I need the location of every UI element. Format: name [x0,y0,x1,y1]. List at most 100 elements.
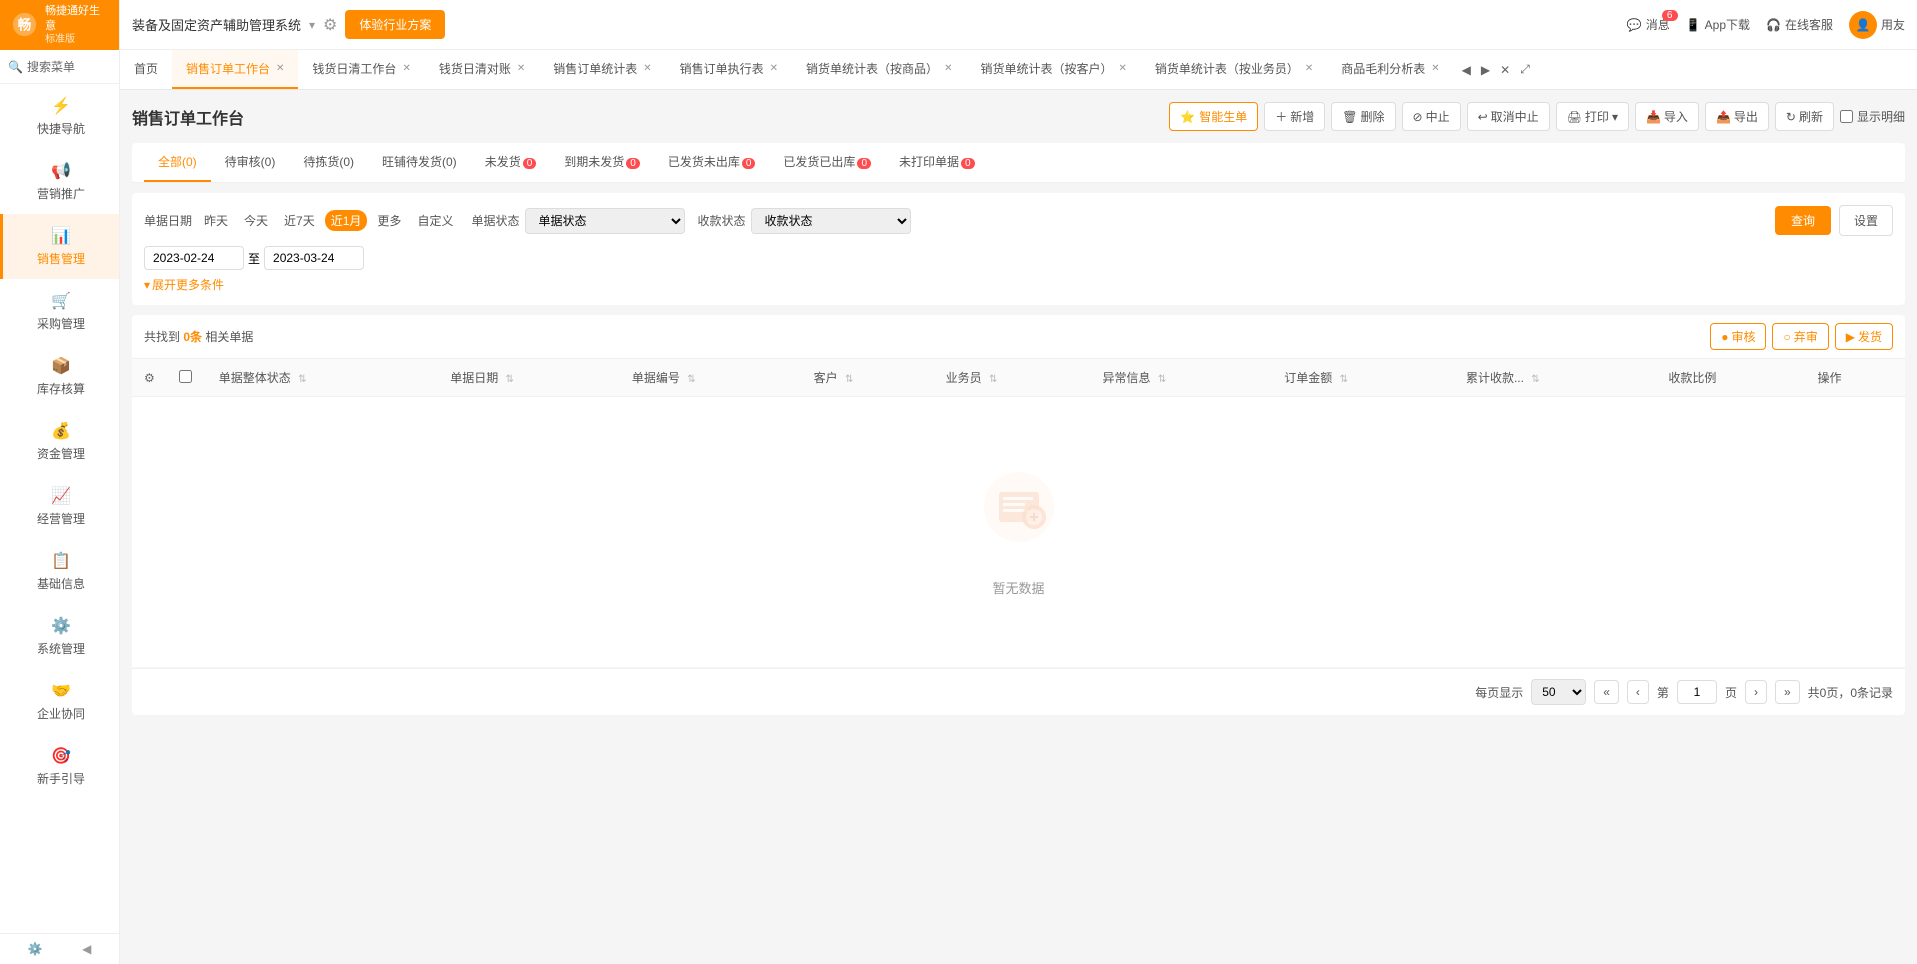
industry-solution-button[interactable]: 体验行业方案 [345,10,445,39]
add-button[interactable]: ＋ 新增 [1264,102,1325,131]
page-number-input[interactable] [1677,680,1717,704]
tab-close-cash-reconcile[interactable]: ✕ [517,63,525,74]
sidebar-item-basic-info[interactable]: 📋 基础信息 [0,539,119,604]
filter-tab-all[interactable]: 全部(0) [144,143,211,182]
print-button[interactable]: 🖨 打印 ▾ [1556,102,1629,131]
tab-sales-execution[interactable]: 销售订单执行表 ✕ [666,50,792,89]
filter-tab-shipped-warehoused[interactable]: 已发货已出库0 [769,143,885,182]
sales-icon: 📊 [51,226,71,246]
amount-sort-icon[interactable]: ⇅ [1340,374,1348,385]
payment-select[interactable]: 收款状态 [751,208,911,234]
tab-nav-prev[interactable]: ◀ [1458,59,1475,81]
tab-close-sales-stats[interactable]: ✕ [643,63,651,74]
date-quick-custom[interactable]: 自定义 [411,210,459,231]
tab-close-sales-by-customer[interactable]: ✕ [1118,63,1126,74]
setting-button[interactable]: 设置 [1839,205,1893,236]
status-sort-icon[interactable]: ⇅ [298,374,306,385]
sidebar-item-sales[interactable]: 📊 销售管理 [0,214,119,279]
tab-sales-by-staff[interactable]: 销货单统计表（按业务员） ✕ [1141,50,1327,89]
tab-close-sales-workbench[interactable]: ✕ [276,63,284,74]
refresh-button[interactable]: ↻ 刷新 [1775,102,1834,131]
sidebar-item-operations[interactable]: 📈 经营管理 [0,474,119,539]
date-quick-7days[interactable]: 近7天 [278,210,321,231]
sidebar-item-purchase[interactable]: 🛒 采购管理 [0,279,119,344]
ship-button[interactable]: ▶ 发货 [1835,323,1893,350]
filter-tab-pending-review[interactable]: 待审核(0) [211,143,290,182]
user-menu-button[interactable]: 👤 用友 [1849,11,1905,39]
col-settings[interactable]: ⚙ [132,359,167,397]
date-quick-1month[interactable]: 近1月 [325,210,368,231]
filter-tab-overdue-not-shipped[interactable]: 到期未发货0 [550,143,654,182]
tab-home[interactable]: 首页 [120,50,172,89]
topbar-dropdown-icon[interactable]: ▾ [309,18,315,32]
select-all-checkbox[interactable] [179,370,192,383]
sidebar-item-finance[interactable]: 💰 资金管理 [0,409,119,474]
query-button[interactable]: 查询 [1775,206,1831,235]
cumulative-sort-icon[interactable]: ⇅ [1531,374,1539,385]
date-filter: 单据日期 昨天 今天 近7天 近1月 更多 自定义 [144,210,459,231]
sidebar-settings-icon[interactable]: ⚙️ [28,942,43,956]
sidebar-item-inventory[interactable]: 📦 库存核算 [0,344,119,409]
sidebar-search[interactable]: 🔍 搜索菜单 [0,50,119,84]
ai-generate-button[interactable]: ⭐ 智能生单 [1169,102,1258,131]
first-page-button[interactable]: « [1594,680,1619,704]
expand-conditions-button[interactable]: ▾ 展开更多条件 [144,276,1893,293]
prev-page-button[interactable]: ‹ [1627,680,1649,704]
tab-nav-close-all[interactable]: ✕ [1496,59,1514,81]
status-select[interactable]: 单据状态 [525,208,685,234]
export-button[interactable]: 📤 导出 [1705,102,1769,131]
display-detail-toggle[interactable]: 显示明细 [1840,108,1905,125]
filter-tab-pending-pick[interactable]: 待拣货(0) [289,143,368,182]
customer-sort-icon[interactable]: ⇅ [845,374,853,385]
tab-nav-next[interactable]: ▶ [1477,59,1494,81]
tab-cash-reconcile[interactable]: 钱货日清对账 ✕ [425,50,539,89]
filter-tab-not-printed[interactable]: 未打印单据0 [885,143,989,182]
audit-button[interactable]: ● 审核 [1710,323,1766,350]
delete-button[interactable]: 🗑 删除 [1331,102,1395,131]
staff-sort-icon[interactable]: ⇅ [989,374,997,385]
col-checkbox[interactable] [167,359,207,397]
date-quick-yesterday[interactable]: 昨天 [198,210,234,231]
display-detail-checkbox[interactable] [1840,110,1853,123]
sidebar-item-enterprise[interactable]: 🤝 企业协同 [0,669,119,734]
number-sort-icon[interactable]: ⇅ [687,374,695,385]
page-size-select[interactable]: 50 10 20 100 [1531,679,1586,705]
sidebar-item-system[interactable]: ⚙️ 系统管理 [0,604,119,669]
tab-nav-maximize[interactable]: ⤢ [1516,58,1534,81]
sidebar-item-guide[interactable]: 🎯 新手引导 [0,734,119,799]
filter-tab-wangpu-pending[interactable]: 旺铺待发货(0) [368,143,471,182]
filter-tab-shipped-not-warehoused[interactable]: 已发货未出库0 [654,143,770,182]
sidebar-collapse-icon[interactable]: ◀ [82,942,91,956]
topbar-gear-icon[interactable]: ⚙ [323,15,337,35]
date-from-input[interactable] [144,246,244,270]
tab-close-margin-analysis[interactable]: ✕ [1431,63,1439,74]
tab-close-sales-by-product[interactable]: ✕ [944,63,952,74]
date-sort-icon[interactable]: ⇅ [506,374,514,385]
sidebar-item-marketing[interactable]: 📢 营销推广 [0,149,119,214]
import-button[interactable]: 📥 导入 [1635,102,1699,131]
tab-sales-workbench[interactable]: 销售订单工作台 ✕ [172,50,298,89]
message-button[interactable]: 💬 消息 6 [1627,16,1670,33]
stop-button[interactable]: ⊘ 中止 [1402,102,1461,131]
tab-sales-by-product[interactable]: 销货单统计表（按商品） ✕ [792,50,966,89]
date-quick-today[interactable]: 今天 [238,210,274,231]
revoke-audit-button[interactable]: ○ 弃审 [1772,323,1828,350]
tab-close-cash-daily[interactable]: ✕ [402,63,410,74]
next-page-button[interactable]: › [1745,680,1767,704]
tab-sales-stats[interactable]: 销售订单统计表 ✕ [539,50,665,89]
tab-sales-by-customer[interactable]: 销货单统计表（按客户） ✕ [966,50,1140,89]
filter-tab-not-shipped[interactable]: 未发货0 [471,143,551,182]
tab-close-sales-by-staff[interactable]: ✕ [1305,63,1313,74]
app-download-button[interactable]: 📱 App下载 [1686,16,1750,33]
abnormal-sort-icon[interactable]: ⇅ [1158,374,1166,385]
online-service-button[interactable]: 🎧 在线客服 [1766,16,1833,33]
tab-margin-analysis[interactable]: 商品毛利分析表 ✕ [1327,50,1453,89]
date-quick-more[interactable]: 更多 [371,210,407,231]
date-to-input[interactable] [264,246,364,270]
sidebar-item-quick-nav[interactable]: ⚡ 快捷导航 [0,84,119,149]
revoke-stop-button[interactable]: ↩ 取消中止 [1467,102,1550,131]
tab-close-sales-execution[interactable]: ✕ [770,63,778,74]
last-page-button[interactable]: » [1775,680,1800,704]
tab-cash-daily[interactable]: 钱货日清工作台 ✕ [298,50,424,89]
column-settings-icon[interactable]: ⚙ [144,371,155,385]
